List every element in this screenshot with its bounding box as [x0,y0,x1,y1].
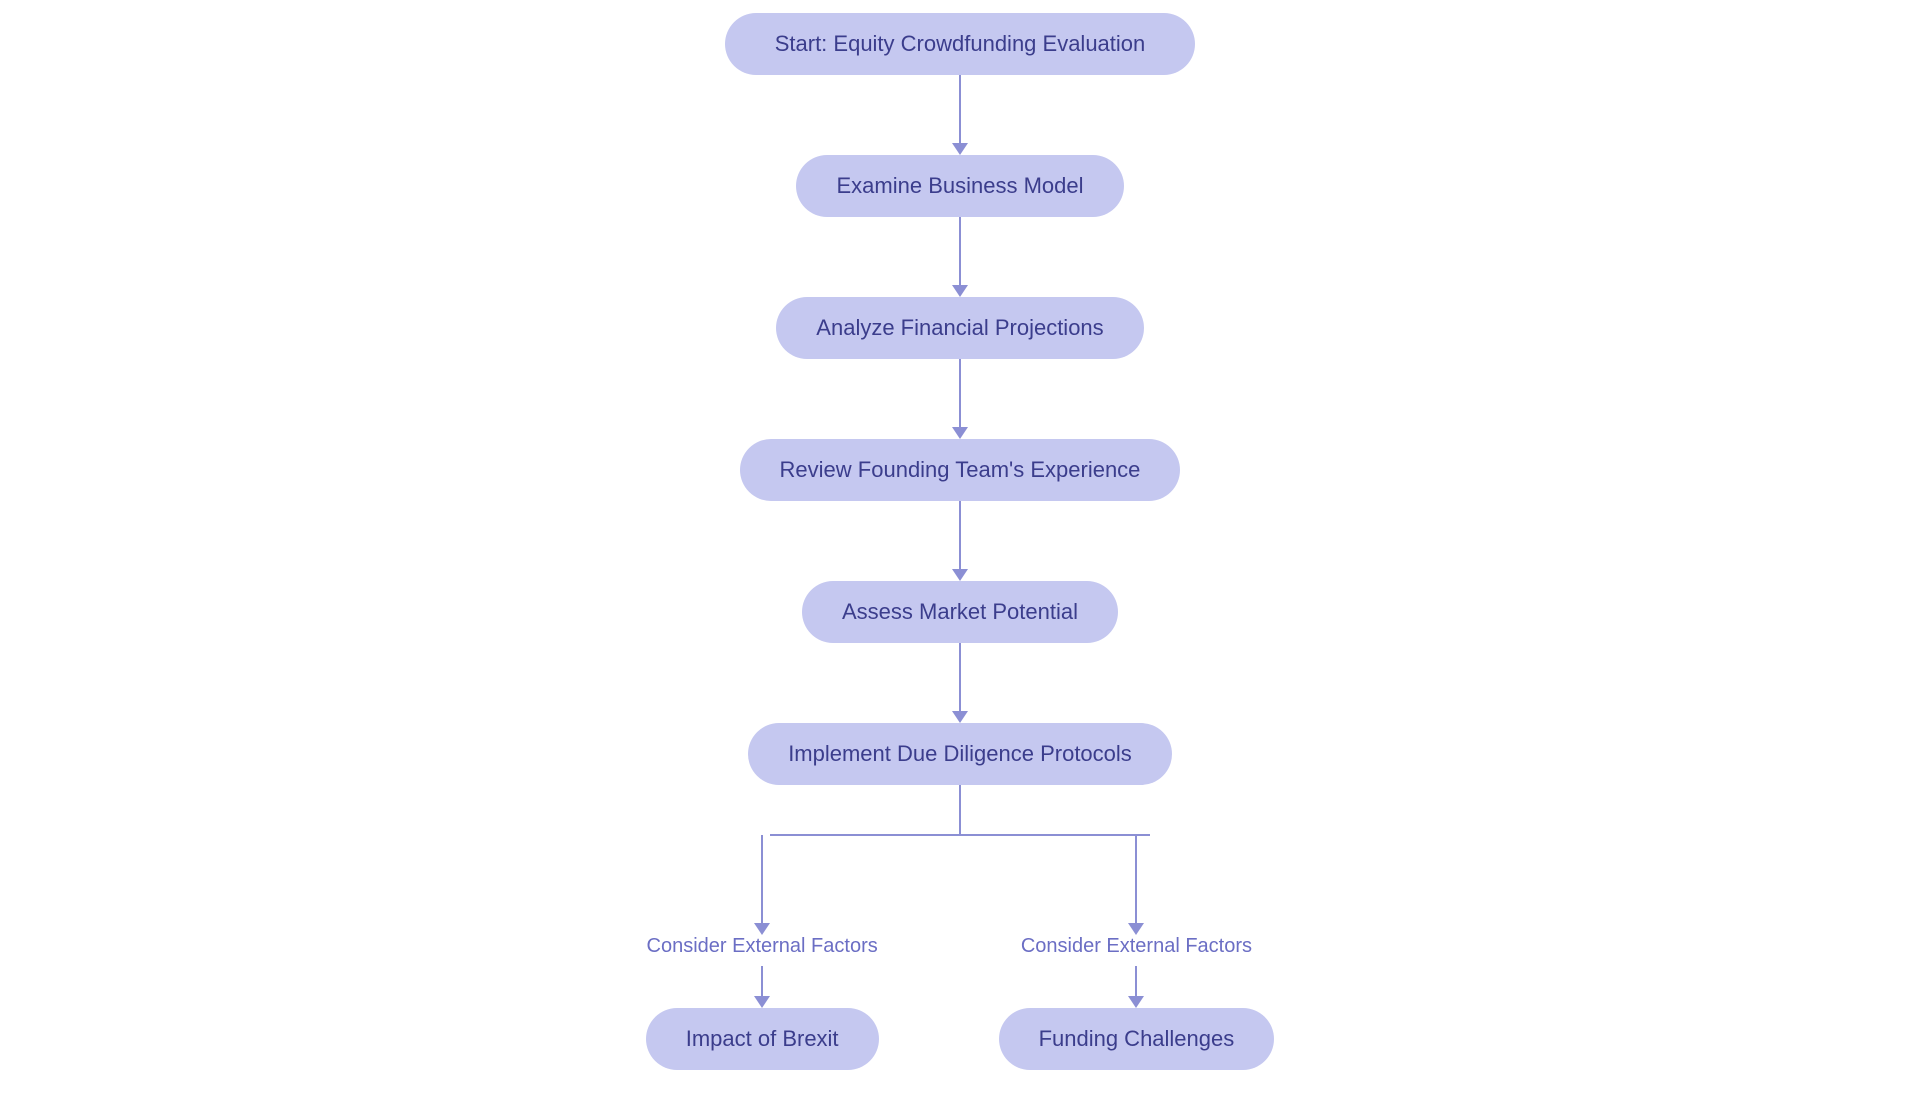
connector-4 [952,501,968,581]
split-container [710,785,1210,835]
connector-2 [952,217,968,297]
branch-arrow-left [754,923,770,935]
node-analyze: Analyze Financial Projections [776,297,1143,359]
node-assess-label: Assess Market Potential [842,599,1078,624]
node-implement: Implement Due Diligence Protocols [748,723,1172,785]
node-funding-label: Funding Challenges [1039,1026,1235,1051]
connector-5 [952,643,968,723]
node-review-label: Review Founding Team's Experience [780,457,1141,482]
connector-arrow-2 [952,285,968,297]
branch-connector-left [754,835,770,935]
branch-connector-right [1128,835,1144,935]
node-start-label: Start: Equity Crowdfunding Evaluation [775,31,1146,56]
node-assess: Assess Market Potential [802,581,1118,643]
connector-line-4 [959,501,961,569]
branch-sub-line-right [1135,966,1137,996]
node-analyze-label: Analyze Financial Projections [816,315,1103,340]
connector-line-3 [959,359,961,427]
node-examine-label: Examine Business Model [836,173,1083,198]
node-funding: Funding Challenges [999,1008,1275,1070]
connector-line-2 [959,217,961,285]
branch-label-left: Consider External Factors [647,935,878,958]
connector-arrow-4 [952,569,968,581]
connector-arrow-1 [952,143,968,155]
node-review: Review Founding Team's Experience [740,439,1181,501]
node-brexit: Impact of Brexit [646,1008,879,1070]
node-start: Start: Equity Crowdfunding Evaluation [725,13,1196,75]
branch-line-right [1135,835,1137,923]
node-implement-label: Implement Due Diligence Protocols [788,741,1132,766]
branch-sub-arrow-left [754,996,770,1008]
branch-sub-arrow-right [1128,996,1144,1008]
connector-1 [952,75,968,155]
node-examine: Examine Business Model [796,155,1123,217]
split-vertical-line [959,785,961,835]
connector-line-5 [959,643,961,711]
connector-arrow-3 [952,427,968,439]
branch-funding: Consider External Factors Funding Challe… [999,835,1275,1070]
connector-arrow-5 [952,711,968,723]
branch-brexit: Consider External Factors Impact of Brex… [646,835,879,1070]
node-brexit-label: Impact of Brexit [686,1026,839,1051]
branch-line-left [761,835,763,923]
branch-arrow-right [1128,923,1144,935]
branch-label-right: Consider External Factors [1021,935,1252,958]
flowchart: Start: Equity Crowdfunding Evaluation Ex… [646,0,1275,1100]
branch-sub-line-left [761,966,763,996]
connector-line-1 [959,75,961,143]
split-horizontal-line [770,834,1150,836]
branch-row: Consider External Factors Impact of Brex… [646,835,1275,1070]
connector-3 [952,359,968,439]
